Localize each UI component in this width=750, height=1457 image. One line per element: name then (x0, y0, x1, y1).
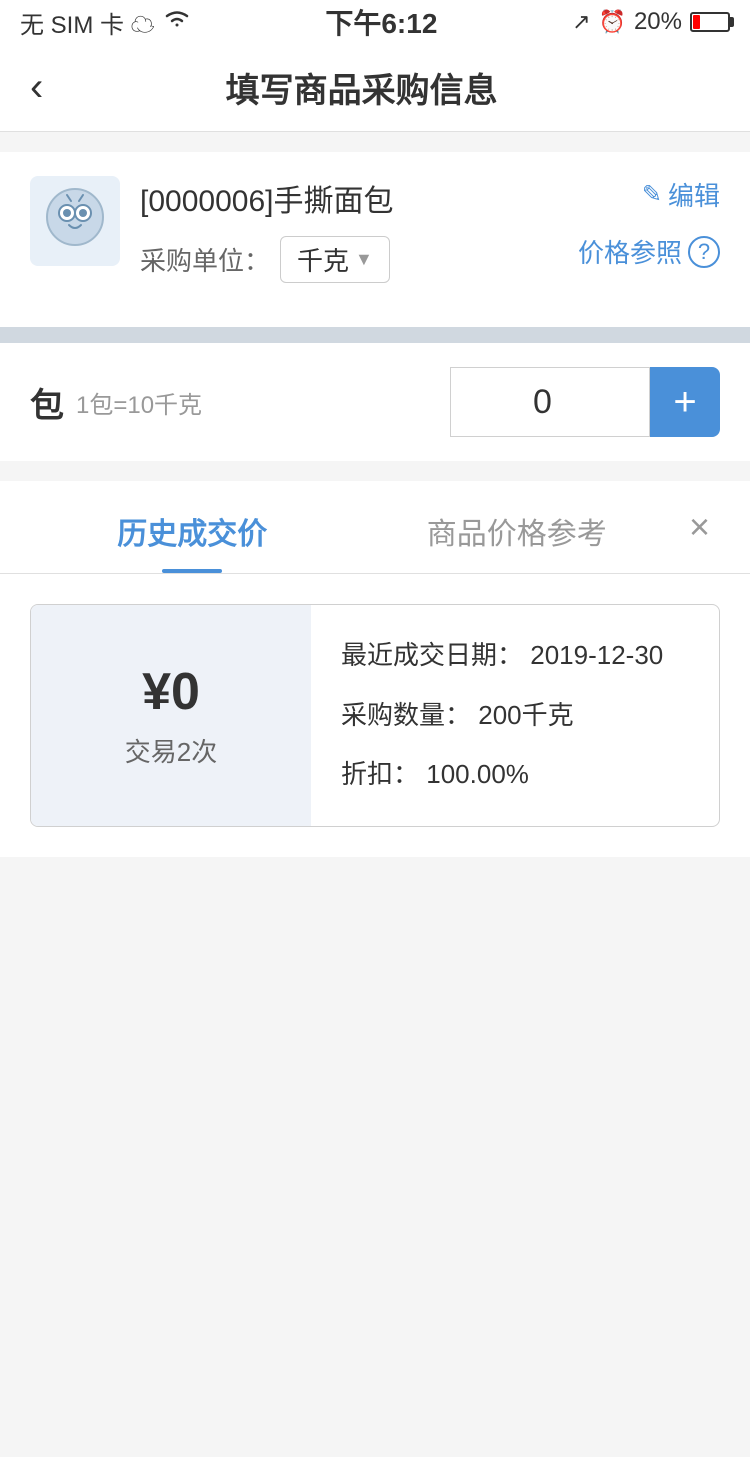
nav-bar: ‹ 填写商品采购信息 (0, 44, 750, 132)
product-header: [0000006]手撕面包 采购单位： 千克 ▼ ✎ 编辑 价格参照 ? (30, 176, 720, 283)
product-left: [0000006]手撕面包 采购单位： 千克 ▼ (30, 176, 393, 283)
location-icon: ↗ (572, 9, 590, 35)
recent-date-label: 最近成交日期： (341, 640, 523, 670)
product-right-col: ✎ 编辑 价格参照 ? (578, 176, 720, 270)
quantity-plus-button[interactable]: + (650, 367, 720, 437)
tab-header: 历史成交价 商品价格参考 × (0, 481, 750, 574)
price-ref-label: 价格参照 (578, 233, 682, 270)
quantity-label: 包 1包=10千克 (30, 378, 202, 427)
recent-date-value: 2019-12-30 (530, 640, 663, 670)
dropdown-arrow-icon: ▼ (355, 249, 373, 270)
purchase-quantity-value: 200千克 (478, 700, 573, 730)
wifi-icon (163, 8, 191, 36)
quantity-row: 包 1包=10千克 + (0, 343, 750, 461)
product-image (30, 176, 120, 266)
history-card-right: 最近成交日期： 2019-12-30 采购数量： 200千克 折扣： 100.0… (311, 605, 719, 826)
history-card-left: ¥0 交易2次 (31, 605, 311, 826)
status-left: 无 SIM 卡 ☁ (20, 5, 191, 40)
unit-label: 采购单位： (140, 241, 270, 278)
unit-value: 千克 (297, 241, 349, 278)
history-price: ¥0 (142, 662, 200, 722)
product-info: [0000006]手撕面包 采购单位： 千克 ▼ (140, 176, 393, 283)
bottom-space (0, 857, 750, 1457)
page-title: 填写商品采购信息 (63, 63, 660, 112)
battery-icon (690, 12, 730, 32)
divider-bar (0, 327, 750, 343)
price-ref-button[interactable]: 价格参照 ? (578, 233, 720, 270)
quantity-controls: + (450, 367, 720, 437)
quantity-input[interactable] (450, 367, 650, 437)
history-recent-date-row: 最近成交日期： 2019-12-30 (341, 635, 689, 677)
discount-value: 100.00% (426, 759, 529, 789)
tab-history-price-label: 历史成交价 (117, 518, 267, 551)
product-logo (45, 187, 105, 256)
product-card: [0000006]手撕面包 采购单位： 千克 ▼ ✎ 编辑 价格参照 ? (0, 152, 750, 327)
edit-icon: ✎ (642, 180, 662, 209)
unit-dropdown[interactable]: 千克 ▼ (280, 236, 390, 283)
status-bar: 无 SIM 卡 ☁ 下午6:12 ↗ ⏰ 20% (0, 0, 750, 44)
package-conversion: 1包=10千克 (76, 385, 202, 420)
tab-price-ref-label: 商品价格参考 (427, 518, 607, 551)
history-discount-row: 折扣： 100.00% (341, 754, 689, 796)
status-right: ↗ ⏰ 20% (572, 8, 730, 36)
discount-label: 折扣： (341, 759, 419, 789)
history-content: ¥0 交易2次 最近成交日期： 2019-12-30 采购数量： 200千克 折… (0, 574, 750, 857)
history-quantity-row: 采购数量： 200千克 (341, 695, 689, 737)
edit-label: 编辑 (668, 176, 720, 213)
status-time: 下午6:12 (325, 2, 437, 42)
tab-history-price[interactable]: 历史成交价 (30, 481, 354, 573)
sim-label: 无 SIM 卡 ☁ (20, 5, 155, 40)
battery-percent: 20% (634, 8, 682, 36)
help-icon[interactable]: ? (688, 236, 720, 268)
alarm-icon: ⏰ (599, 9, 626, 35)
package-label: 包 (30, 378, 64, 427)
tab-section: 历史成交价 商品价格参考 × ¥0 交易2次 最近成交日期： 2019-12-3… (0, 481, 750, 857)
product-name: [0000006]手撕面包 (140, 176, 393, 220)
purchase-quantity-label: 采购数量： (341, 700, 471, 730)
history-transactions: 交易2次 (125, 732, 217, 769)
tab-price-ref[interactable]: 商品价格参考 (354, 481, 678, 573)
product-unit-row: 采购单位： 千克 ▼ (140, 236, 393, 283)
history-card: ¥0 交易2次 最近成交日期： 2019-12-30 采购数量： 200千克 折… (30, 604, 720, 827)
back-button[interactable]: ‹ (30, 65, 43, 110)
tab-close-button[interactable]: × (679, 496, 720, 558)
edit-button[interactable]: ✎ 编辑 (642, 176, 720, 213)
